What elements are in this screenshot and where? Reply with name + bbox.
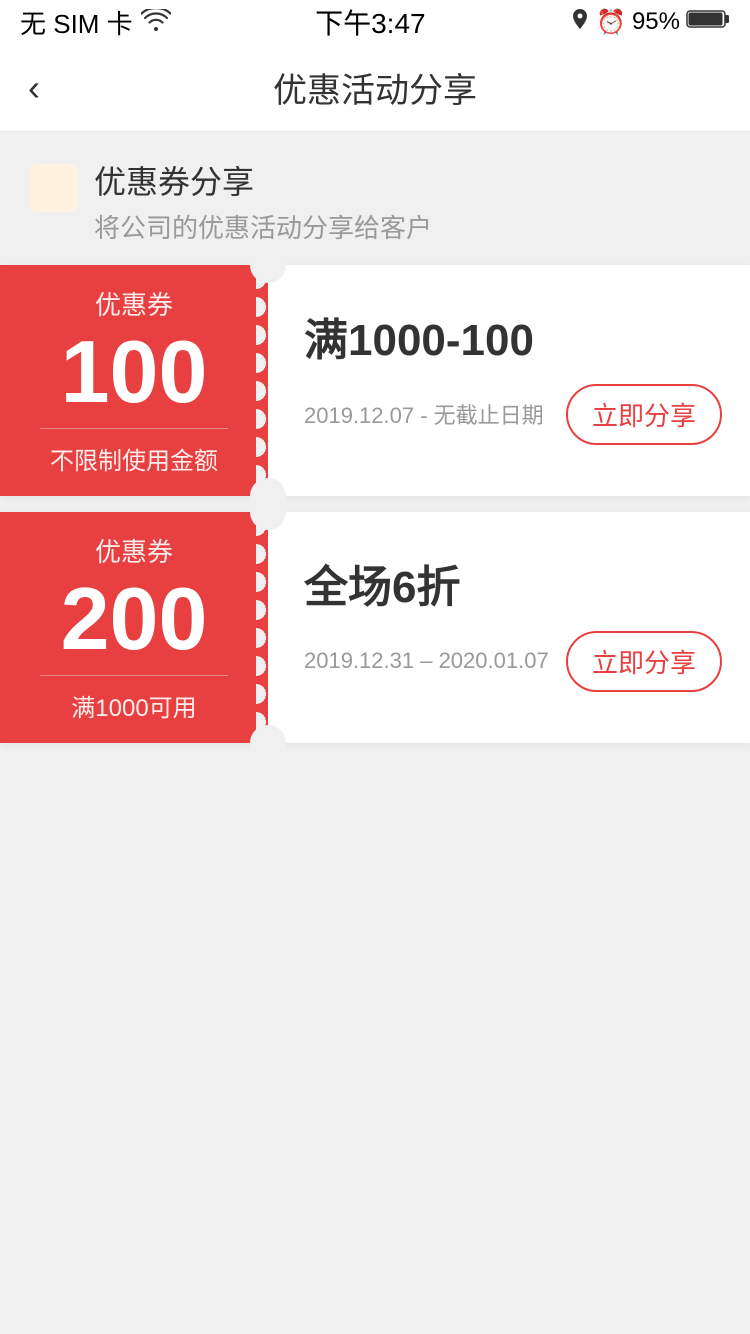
section-header: 🎫 优惠券分享 将公司的优惠活动分享给客户 bbox=[0, 132, 750, 265]
coupon-share-icon: 🎫 bbox=[30, 164, 78, 212]
coupon-list: 优惠券 100 不限制使用金额 满1000-100 2019.12.07 - 无… bbox=[0, 265, 750, 799]
coupon-condition-2: 满1000可用 bbox=[71, 688, 196, 723]
coupon-date-2: 2019.12.31 – 2020.01.07 bbox=[304, 648, 566, 674]
battery-icon bbox=[686, 8, 730, 37]
share-button-2[interactable]: 立即分享 bbox=[566, 631, 722, 692]
coupon-divider-1 bbox=[40, 428, 229, 429]
coupon-card-1: 优惠券 100 不限制使用金额 满1000-100 2019.12.07 - 无… bbox=[0, 265, 750, 496]
coupon-notch-bottom-2 bbox=[250, 725, 286, 761]
wifi-icon bbox=[141, 7, 171, 38]
coupon-condition-1: 不限制使用金额 bbox=[50, 441, 218, 476]
coupon-notch-top-2 bbox=[250, 494, 286, 530]
battery-text: 95% bbox=[632, 8, 680, 36]
coupon-amount-1: 100 bbox=[61, 328, 208, 416]
coupon-label-2: 优惠券 bbox=[95, 532, 173, 569]
coupon-label-1: 优惠券 bbox=[95, 285, 173, 322]
coupon-right-2: 全场6折 2019.12.31 – 2020.01.07 立即分享 bbox=[268, 512, 750, 743]
coupon-bottom-row-1: 2019.12.07 - 无截止日期 立即分享 bbox=[304, 384, 722, 445]
time-display: 下午3:47 bbox=[315, 2, 426, 42]
coupon-bottom-row-2: 2019.12.31 – 2020.01.07 立即分享 bbox=[304, 631, 722, 692]
section-text: 优惠券分享 将公司的优惠活动分享给客户 bbox=[94, 162, 432, 245]
back-button[interactable]: ‹ bbox=[28, 70, 40, 106]
section-title: 优惠券分享 bbox=[94, 162, 432, 204]
coupon-name-1: 满1000-100 bbox=[304, 315, 722, 368]
nav-bar: ‹ 优惠活动分享 bbox=[0, 44, 750, 132]
share-button-1[interactable]: 立即分享 bbox=[566, 384, 722, 445]
coupon-card-2: 优惠券 200 满1000可用 全场6折 2019.12.31 – 2020.0… bbox=[0, 512, 750, 743]
section-subtitle: 将公司的优惠活动分享给客户 bbox=[94, 208, 432, 245]
coupon-amount-2: 200 bbox=[61, 575, 208, 663]
coupon-divider-2 bbox=[40, 675, 229, 676]
coupon-left-2: 优惠券 200 满1000可用 bbox=[0, 512, 268, 743]
coupon-notch-top-1 bbox=[250, 247, 286, 283]
coupon-left-1: 优惠券 100 不限制使用金额 bbox=[0, 265, 268, 496]
carrier-text: 无 SIM 卡 bbox=[20, 4, 133, 41]
nav-title: 优惠活动分享 bbox=[273, 63, 477, 112]
location-icon bbox=[570, 8, 590, 37]
coupon-right-1: 满1000-100 2019.12.07 - 无截止日期 立即分享 bbox=[268, 265, 750, 496]
empty-area bbox=[0, 799, 750, 1299]
status-right: ⏰ 95% bbox=[570, 8, 730, 37]
alarm-icon: ⏰ bbox=[596, 8, 626, 37]
coupon-name-2: 全场6折 bbox=[304, 562, 722, 615]
status-left: 无 SIM 卡 bbox=[20, 4, 171, 41]
coupon-date-1: 2019.12.07 - 无截止日期 bbox=[304, 398, 566, 430]
status-bar: 无 SIM 卡 下午3:47 ⏰ 95% bbox=[0, 0, 750, 44]
